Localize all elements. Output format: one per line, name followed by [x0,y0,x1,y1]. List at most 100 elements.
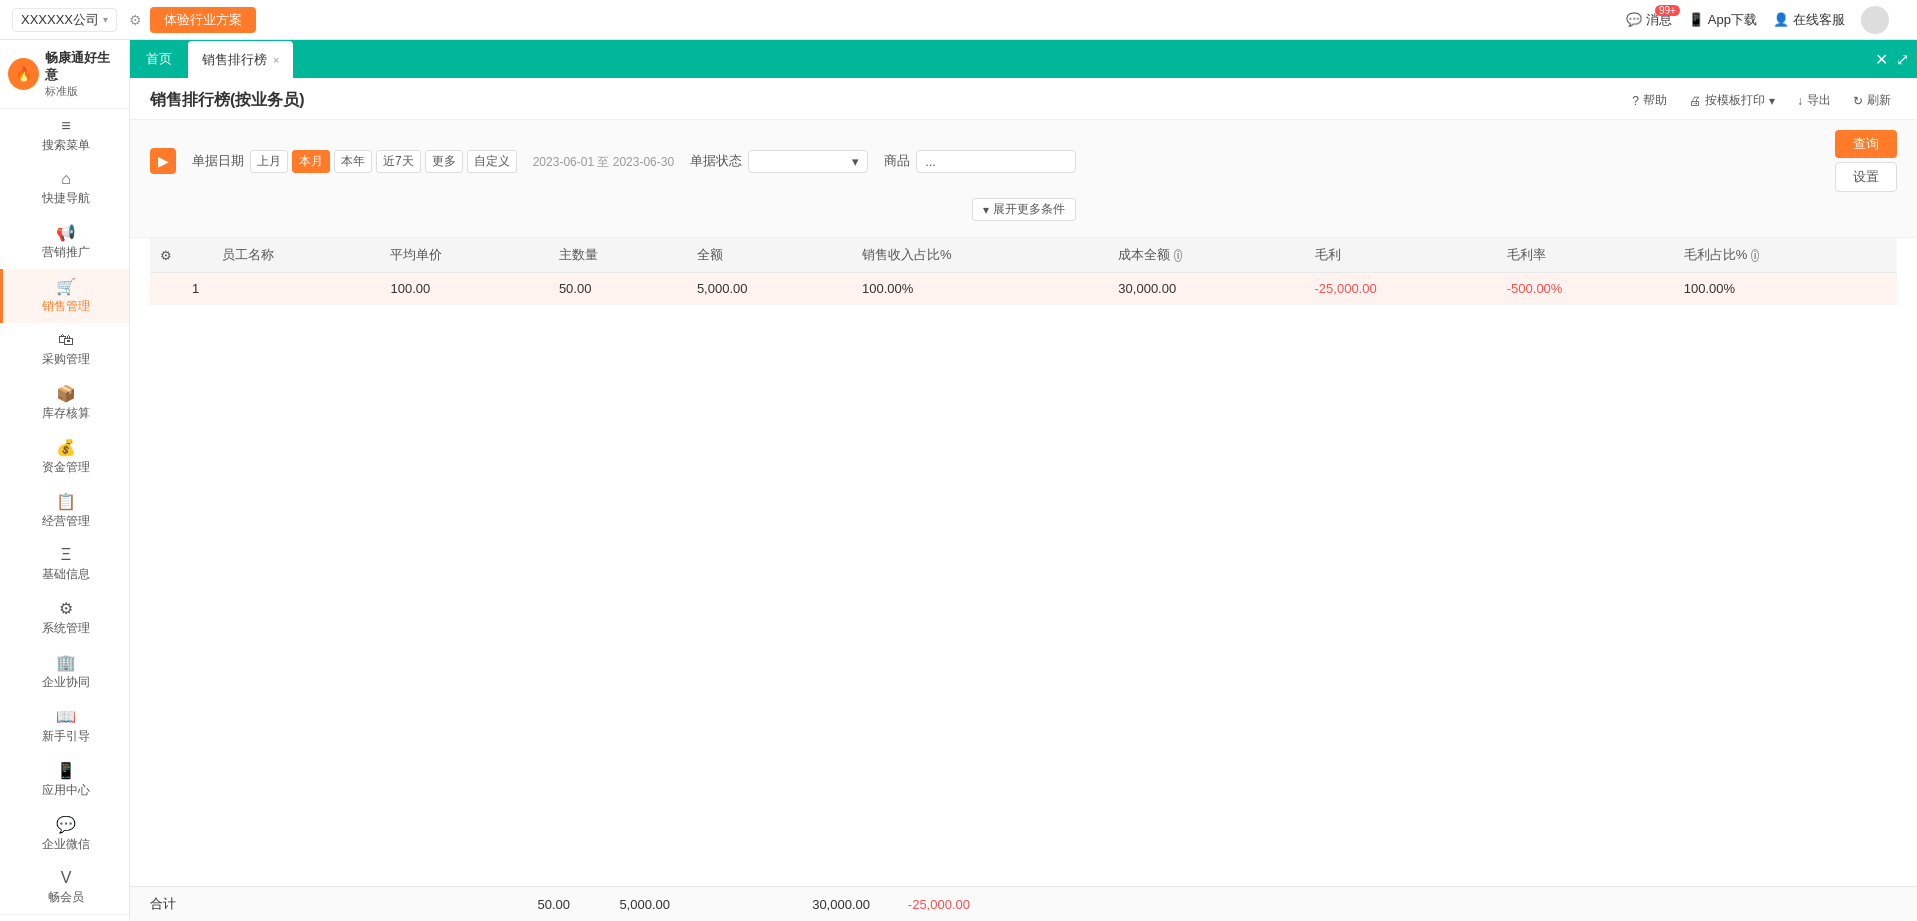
sidebar-item-basics[interactable]: Ξ 基础信息 [0,538,129,591]
col-employee: 员工名称 [212,238,380,273]
status-filter: 单据状态 ▾ [690,150,868,173]
finance-icon: 💰 [56,438,76,457]
purchase-icon: 🛍 [58,331,74,349]
col-avg-price: 平均单价 [380,238,548,273]
print-button[interactable]: 🖨 按模板打印 ▾ [1683,90,1781,111]
sidebar-item-marketing[interactable]: 📢 营销推广 [0,215,129,269]
sidebar-item-sales[interactable]: 🛒 销售管理 [0,269,129,323]
col-settings[interactable]: ⚙ [150,238,182,273]
sidebar-item-apps[interactable]: 📱 应用中心 [0,753,129,807]
cell-sales-pct: 100.00% [852,273,1108,305]
refresh-button[interactable]: ↻ 刷新 [1847,90,1897,111]
footer-main-qty: 50.00 [470,897,570,912]
trial-button[interactable]: 体验行业方案 [150,7,256,33]
footer-cost: 30,000.00 [770,897,870,912]
avatar[interactable] [1861,6,1889,34]
cell-settings [150,273,182,305]
date-filter: 单据日期 上月 本月 本年 近7天 更多 自定义 [192,150,517,173]
window-expand-icon[interactable]: ⤢ [1896,50,1909,69]
date-btn-more[interactable]: 更多 [425,150,463,173]
print-label: 按模板打印 [1705,92,1765,109]
expand-chevron-icon: ▾ [983,203,989,217]
cell-gross: -25,000.00 [1305,273,1497,305]
date-btn-this-year[interactable]: 本年 [334,150,372,173]
sidebar-item-guide[interactable]: 📖 新手引导 [0,699,129,753]
sidebar-label: 畅会员 [48,889,84,906]
date-btn-custom[interactable]: 自定义 [467,150,517,173]
data-table: ⚙ 员工名称 平均单价 主数量 全额 销售收入占比% 成本全额 i 毛利 毛利率… [150,238,1897,305]
service-label: 在线客服 [1793,11,1845,29]
page-title: 销售排行榜(按业务员) [150,90,305,111]
settings-icon[interactable]: ⚙ [129,12,142,28]
table-header: ⚙ 员工名称 平均单价 主数量 全额 销售收入占比% 成本全额 i 毛利 毛利率… [150,238,1897,273]
status-select[interactable]: ▾ [748,150,868,173]
help-button[interactable]: ? 帮助 [1626,90,1673,111]
app-label: App下载 [1708,11,1757,29]
window-close-icon[interactable]: ✕ [1875,50,1888,69]
date-btn-7days[interactable]: 近7天 [376,150,421,173]
expand-label: 展开更多条件 [993,201,1065,218]
main-layout: 🔥 畅康通好生意 标准版 ≡ 搜索菜单 ⌂ 快捷导航 📢 营销推广 🛒 销售管理… [0,40,1917,921]
filter-row: ▶ 单据日期 上月 本月 本年 近7天 更多 自定义 [150,130,1897,192]
app-download-button[interactable]: 📱 App下载 [1688,11,1757,29]
sidebar-label: 经营管理 [42,513,90,530]
sidebar-label: 基础信息 [42,566,90,583]
status-label: 单据状态 [690,152,742,170]
col-gross: 毛利 [1305,238,1497,273]
query-button[interactable]: 查询 [1835,130,1897,158]
sidebar-label: 销售管理 [42,298,90,315]
footer-total-text: 合计 [150,896,176,911]
goods-input[interactable]: ... [916,150,1076,173]
operations-icon: 📋 [56,492,76,511]
sidebar-item-system[interactable]: ⚙ 系统管理 [0,591,129,645]
refresh-icon: ↻ [1853,94,1863,108]
sidebar-item-enterprise[interactable]: 🏢 企业协同 [0,645,129,699]
sidebar-item-finance[interactable]: 💰 资金管理 [0,430,129,484]
sidebar-item-quick-nav[interactable]: ⌂ 快捷导航 [0,162,129,215]
date-btn-last-month[interactable]: 上月 [250,150,288,173]
sidebar-label: 快捷导航 [42,190,90,207]
cell-gross-pct: 100.00% [1674,273,1897,305]
sidebar-label: 应用中心 [42,782,90,799]
sidebar-item-operations[interactable]: 📋 经营管理 [0,484,129,538]
date-shortcuts: 上月 本月 本年 近7天 更多 自定义 [250,150,517,173]
guide-icon: 📖 [56,707,76,726]
date-label: 单据日期 [192,152,244,170]
wechat-icon: 💬 [56,815,76,834]
expand-conditions-button[interactable]: ▾ 展开更多条件 [972,198,1076,221]
sidebar-label: 系统管理 [42,620,90,637]
sidebar-item-member[interactable]: V 畅会员 [0,861,129,914]
status-chevron-icon: ▾ [852,154,859,169]
col-gross-pct: 毛利占比% i [1674,238,1897,273]
col-sales-pct: 销售收入占比% [852,238,1108,273]
cell-gross-rate: -500.00% [1497,273,1674,305]
sidebar-logo: 🔥 畅康通好生意 标准版 [0,40,129,109]
tab-close-icon[interactable]: × [273,54,279,66]
system-icon: ⚙ [59,599,73,618]
export-button[interactable]: ↓ 导出 [1791,90,1837,111]
company-selector[interactable]: XXXXXX公司 ▾ [12,8,117,32]
tab-home[interactable]: 首页 [130,40,188,78]
content-area: 首页 销售排行榜 × ✕ ⤢ 销售排行榜(按业务员) ? 帮助 [130,40,1917,921]
sidebar-item-purchase[interactable]: 🛍 采购管理 [0,323,129,376]
service-icon: 👤 [1773,12,1789,27]
date-btn-this-month[interactable]: 本月 [292,150,330,173]
sales-icon: 🛒 [56,277,76,296]
message-button[interactable]: 💬 消息 99+ [1626,11,1672,29]
goods-label: 商品 [884,152,910,170]
tab-bar-right: ✕ ⤢ [1867,50,1917,69]
marketing-icon: 📢 [56,223,76,242]
filter-toggle-button[interactable]: ▶ [150,148,176,174]
filter-settings-button[interactable]: 设置 [1835,162,1897,192]
chevron-down-icon: ▾ [103,14,108,25]
sidebar-item-wechat[interactable]: 💬 企业微信 [0,807,129,861]
online-service-button[interactable]: 👤 在线客服 [1773,11,1845,29]
tab-sales-ranking[interactable]: 销售排行榜 × [188,41,293,79]
top-bar: XXXXXX公司 ▾ ⚙ 体验行业方案 💬 消息 99+ 📱 App下载 👤 在… [0,0,1917,40]
sidebar-item-search-order[interactable]: ≡ 搜索菜单 [0,109,129,162]
table-footer: 合计 50.00 5,000.00 30,000.00 -25,000.00 [130,886,1917,921]
sidebar-item-inventory[interactable]: 📦 库存核算 [0,376,129,430]
search-menu-icon: ≡ [61,117,70,135]
top-bar-right: 💬 消息 99+ 📱 App下载 👤 在线客服 [1626,6,1905,34]
col-rank [182,238,212,273]
